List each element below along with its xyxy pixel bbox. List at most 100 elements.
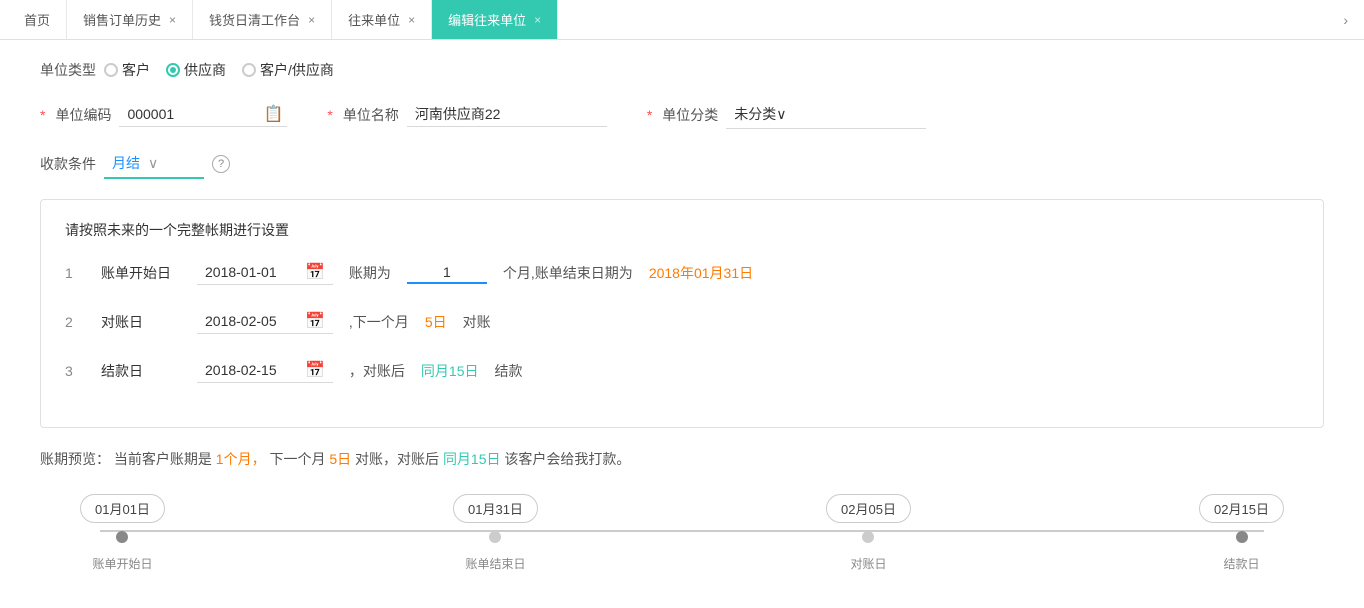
preview-text-start: 当前客户账期是 [114, 451, 212, 467]
period-num-1: 1 [65, 265, 85, 281]
period-label-2: 对账日 [101, 312, 181, 332]
unit-code-icon[interactable]: 📋 [259, 104, 287, 124]
timeline-badge-4: 02月15日 [1199, 494, 1284, 523]
preview-reconcile-day: 5日 [329, 451, 351, 467]
close-tab-sales-order-history[interactable]: × [169, 13, 176, 27]
preview-label: 账期预览： [40, 451, 110, 467]
timeline-badge-2: 01月31日 [453, 494, 538, 523]
period-row-1: 1 账单开始日 📅 账期为 个月,账单结束日期为 2018年01月31日 [65, 260, 1299, 285]
timeline-point-2: 01月31日 账单结束日 [453, 494, 538, 572]
payment-help-icon[interactable]: ? [212, 155, 230, 173]
timeline-dot-4 [1236, 531, 1248, 543]
period-day-highlight-2: 5日 [425, 312, 447, 332]
radio-circle-supplier [166, 63, 180, 77]
timeline-badge-3: 02月05日 [826, 494, 911, 523]
timeline-point-3: 02月05日 对账日 [826, 494, 911, 572]
calendar-icon-2[interactable]: 📅 [301, 311, 329, 331]
period-settings-box: 请按照未来的一个完整帐期进行设置 1 账单开始日 📅 账期为 个月,账单结束日期… [40, 199, 1324, 428]
payment-condition-value: 月结 [112, 153, 140, 173]
period-date-input-1[interactable] [201, 262, 301, 282]
unit-classification-label: 单位分类 [662, 105, 718, 125]
timeline-dot-1 [116, 531, 128, 543]
timeline-label-1: 账单开始日 [92, 555, 152, 572]
radio-circle-customer-supplier [242, 63, 256, 77]
period-date-input-3[interactable] [201, 360, 301, 380]
unit-code-field: * 单位编码 📋 [40, 102, 287, 127]
period-box-title: 请按照未来的一个完整帐期进行设置 [65, 220, 1299, 240]
period-label-1: 账单开始日 [101, 263, 181, 283]
radio-circle-customer [104, 63, 118, 77]
period-num-2: 2 [65, 314, 85, 330]
unit-info-row: * 单位编码 📋 * 单位名称 * 单位分类 未分类 ∨ [40, 100, 1324, 129]
close-tab-edit-partner-unit[interactable]: × [534, 13, 541, 27]
close-tab-cash-goods[interactable]: × [308, 13, 315, 27]
account-preview: 账期预览： 当前客户账期是 1个月， 下一个月 5日 对账，对账后 同月15日 … [40, 448, 1324, 470]
period-months-unit: 个月,账单结束日期为 [503, 263, 633, 283]
timeline-badge-1: 01月01日 [80, 494, 165, 523]
classification-dropdown-arrow: ∨ [776, 106, 786, 123]
period-suffix-2a: ,下一个月 [349, 312, 409, 332]
close-tab-partner-units[interactable]: × [408, 13, 415, 27]
unit-name-field: * 单位名称 [327, 102, 606, 127]
preview-text-end: 该客户会给我打款。 [504, 451, 630, 467]
calendar-icon-1[interactable]: 📅 [301, 262, 329, 282]
unit-type-label: 单位类型 [40, 60, 96, 80]
timeline-items: 01月01日 账单开始日 01月31日 账单结束日 02月05日 对账日 02月… [80, 494, 1284, 572]
unit-code-label: 单位编码 [55, 105, 111, 125]
period-row-3: 3 结款日 📅 ，对账后 同月15日 结款 [65, 358, 1299, 383]
unit-type-field: 单位类型 客户 供应商 客户/供应商 [40, 60, 334, 80]
timeline-label-4: 结款日 [1224, 555, 1260, 572]
period-end-date-highlight: 2018年01月31日 [649, 263, 753, 283]
period-label-3: 结款日 [101, 361, 181, 381]
preview-reconcile-start: 下一个月 [269, 451, 325, 467]
timeline-container: 01月01日 账单开始日 01月31日 账单结束日 02月05日 对账日 02月… [40, 494, 1324, 572]
period-months-input[interactable] [407, 262, 487, 284]
timeline-point-1: 01月01日 账单开始日 [80, 494, 165, 572]
tab-partner-units[interactable]: 往来单位 × [332, 0, 432, 39]
tab-home[interactable]: 首页 [8, 0, 67, 39]
period-date-2: 📅 [197, 309, 333, 334]
radio-supplier[interactable]: 供应商 [166, 60, 226, 80]
payment-condition-row: 收款条件 月结 ∨ ? [40, 149, 1324, 179]
unit-classification-dropdown[interactable]: 未分类 ∨ [726, 100, 926, 129]
payment-condition-label: 收款条件 [40, 154, 96, 174]
period-date-1: 📅 [197, 260, 333, 285]
unit-name-label: 单位名称 [343, 105, 399, 125]
timeline-label-3: 对账日 [850, 555, 886, 572]
main-content: 单位类型 客户 供应商 客户/供应商 * 单位编码 [0, 40, 1364, 608]
unit-code-required: * [40, 107, 45, 123]
tab-nav-arrow[interactable]: › [1335, 0, 1356, 39]
unit-code-input[interactable] [119, 102, 259, 126]
timeline-label-2: 账单结束日 [465, 555, 525, 572]
radio-group-unit-type: 客户 供应商 客户/供应商 [104, 60, 334, 80]
preview-payment-highlight: 同月15日 [443, 451, 501, 467]
period-suffix-2b: 对账 [463, 312, 491, 332]
unit-name-required: * [327, 107, 332, 123]
radio-customer[interactable]: 客户 [104, 60, 150, 80]
preview-reconcile-end: 对账，对账后 [355, 451, 439, 467]
period-suffix-1: 账期为 [349, 263, 391, 283]
payment-dropdown-arrow: ∨ [148, 155, 158, 172]
unit-classification-field: * 单位分类 未分类 ∨ [647, 100, 926, 129]
unit-name-input[interactable] [407, 102, 607, 127]
timeline-point-4: 02月15日 结款日 [1199, 494, 1284, 572]
tab-sales-order-history[interactable]: 销售订单历史 × [67, 0, 193, 39]
payment-condition-select[interactable]: 月结 ∨ [104, 149, 204, 179]
period-num-3: 3 [65, 363, 85, 379]
tab-cash-goods-workbench[interactable]: 钱货日清工作台 × [193, 0, 332, 39]
period-suffix-3b: 结款 [495, 361, 523, 381]
timeline-dot-3 [862, 531, 874, 543]
period-row-2: 2 对账日 📅 ,下一个月 5日 对账 [65, 309, 1299, 334]
tab-bar: 首页 销售订单历史 × 钱货日清工作台 × 往来单位 × 编辑往来单位 × › [0, 0, 1364, 40]
period-date-3: 📅 [197, 358, 333, 383]
unit-code-input-wrapper: 📋 [119, 102, 287, 127]
unit-type-row: 单位类型 客户 供应商 客户/供应商 [40, 60, 1324, 80]
period-date-input-2[interactable] [201, 311, 301, 331]
radio-customer-supplier[interactable]: 客户/供应商 [242, 60, 334, 80]
period-suffix-3a: ，对账后 [349, 361, 405, 381]
calendar-icon-3[interactable]: 📅 [301, 360, 329, 380]
tab-edit-partner-unit[interactable]: 编辑往来单位 × [432, 0, 558, 39]
period-day-highlight-3: 同月15日 [421, 361, 479, 381]
timeline-dot-2 [489, 531, 501, 543]
unit-class-required: * [647, 107, 652, 123]
